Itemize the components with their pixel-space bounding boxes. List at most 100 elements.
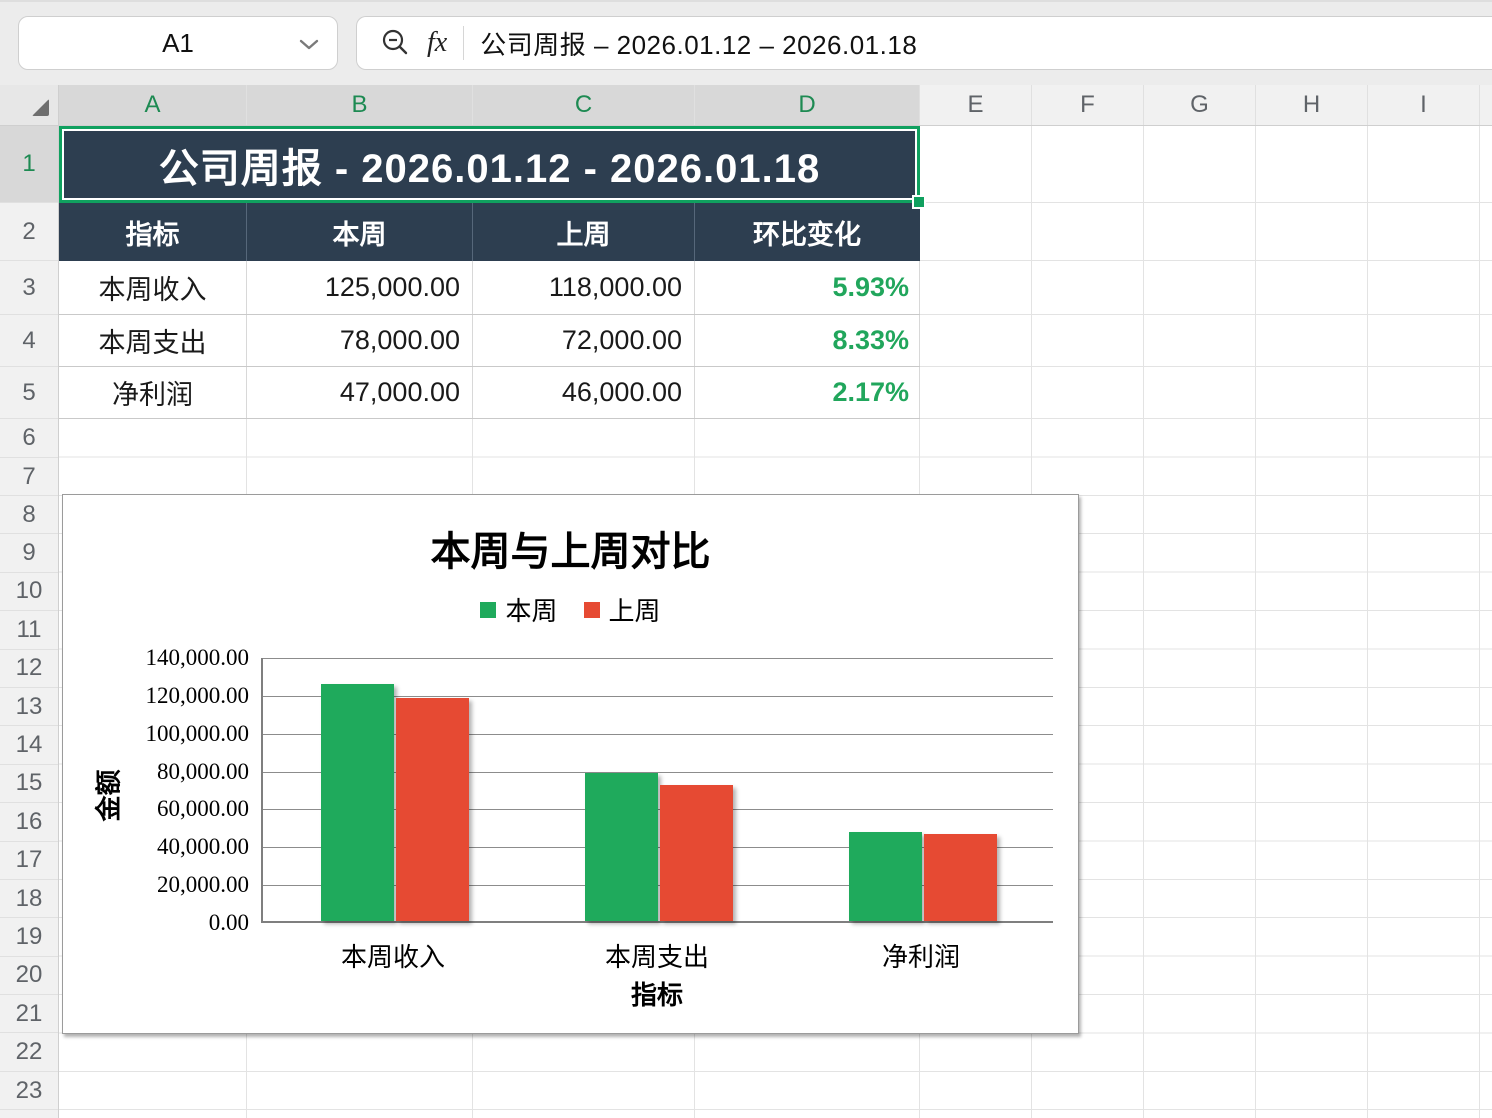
row-header-5[interactable]: 5 xyxy=(0,367,58,419)
select-all-triangle-icon xyxy=(32,99,49,116)
row-header-2[interactable]: 2 xyxy=(0,203,58,261)
row-header-6[interactable]: 6 xyxy=(0,419,58,458)
table-row: 本周收入 125,000.00 118,000.00 5.93% xyxy=(59,261,920,315)
row-header-21[interactable]: 21 xyxy=(0,995,58,1034)
bar-本周-本周收入 xyxy=(321,684,394,921)
row-header-7[interactable]: 7 xyxy=(0,458,58,496)
y-tick-label: 100,000.00 xyxy=(145,720,250,746)
column-header-B[interactable]: B xyxy=(247,85,473,125)
grid-vline xyxy=(1367,126,1368,1118)
row-header-19[interactable]: 19 xyxy=(0,918,58,957)
table-cell[interactable]: 2.17% xyxy=(695,367,920,418)
column-header-F[interactable]: F xyxy=(1032,85,1144,125)
column-header-C[interactable]: C xyxy=(473,85,695,125)
row-header-18[interactable]: 18 xyxy=(0,880,58,919)
fx-icon[interactable]: fx xyxy=(427,27,447,59)
selection-fill-handle[interactable] xyxy=(912,195,926,209)
cell-reference: A1 xyxy=(162,27,194,58)
table-row: 净利润 47,000.00 46,000.00 2.17% xyxy=(59,367,920,419)
chart-plot-area xyxy=(261,658,1053,923)
row-header-12[interactable]: 12 xyxy=(0,650,58,688)
x-category-label: 净利润 xyxy=(881,943,961,972)
table-cell[interactable]: 125,000.00 xyxy=(247,261,473,314)
legend-swatch-icon xyxy=(480,601,497,618)
legend-label: 本周 xyxy=(505,597,558,626)
select-all-corner[interactable] xyxy=(0,85,59,126)
y-tick-label: 0.00 xyxy=(208,910,249,935)
table-cell[interactable]: 118,000.00 xyxy=(473,261,695,314)
table-cell[interactable]: 5.93% xyxy=(695,261,920,314)
column-header-E[interactable]: E xyxy=(920,85,1032,125)
row-header-11[interactable]: 11 xyxy=(0,611,58,650)
toolbar: A1 fx 公司周报 – 2026.01.12 – 2026.01.18 xyxy=(0,0,1492,85)
chart-gridline xyxy=(263,658,1053,659)
bar-本周-净利润 xyxy=(849,832,922,921)
y-axis-title: 金额 xyxy=(94,769,124,822)
bar-上周-本周支出 xyxy=(660,784,733,921)
table-header-cell[interactable]: 本周 xyxy=(247,203,473,261)
cell-name-box[interactable]: A1 xyxy=(18,16,338,70)
table-header-cell[interactable]: 环比变化 xyxy=(695,203,920,261)
row-header-24[interactable]: 24 xyxy=(0,1110,58,1118)
table-header-cell[interactable]: 上周 xyxy=(473,203,695,261)
bar-chart-object[interactable]: 本周与上周对比 本周 上周 140,000.00 120,000.00 100,000… xyxy=(62,494,1079,1034)
table-row: 本周支出 78,000.00 72,000.00 8.33% xyxy=(59,315,920,367)
table-cell[interactable]: 72,000.00 xyxy=(473,315,695,366)
table-cell[interactable]: 78,000.00 xyxy=(247,315,473,366)
zoom-search-icon[interactable] xyxy=(381,28,411,58)
formula-bar[interactable]: fx 公司周报 – 2026.01.12 – 2026.01.18 xyxy=(356,16,1492,70)
row-header-1[interactable]: 1 xyxy=(0,126,58,203)
column-header-H[interactable]: H xyxy=(1256,85,1368,125)
grid-vline xyxy=(1255,126,1256,1118)
bar-上周-本周收入 xyxy=(396,697,469,921)
selected-title-cell[interactable]: 公司周报 - 2026.01.12 - 2026.01.18 xyxy=(59,126,920,203)
row-headers: 123456789101112131415161718192021222324 xyxy=(0,126,59,1118)
grid-vline xyxy=(1479,126,1480,1118)
row-header-10[interactable]: 10 xyxy=(0,573,58,612)
column-header-G[interactable]: G xyxy=(1144,85,1256,125)
legend-swatch-icon xyxy=(583,601,600,618)
chevron-down-icon[interactable] xyxy=(299,39,319,50)
y-tick-label: 20,000.00 xyxy=(157,872,249,898)
row-header-23[interactable]: 23 xyxy=(0,1072,58,1111)
row-header-4[interactable]: 4 xyxy=(0,315,58,367)
table-header-cell[interactable]: 指标 xyxy=(59,203,247,261)
column-header-D[interactable]: D xyxy=(695,85,920,125)
y-tick-label: 140,000.00 xyxy=(145,645,250,670)
spreadsheet-app: A1 fx 公司周报 – 2026.01.12 – 2026.01.18 ABC… xyxy=(0,0,1492,1118)
row-header-13[interactable]: 13 xyxy=(0,688,58,727)
row-header-15[interactable]: 15 xyxy=(0,765,58,804)
row-header-9[interactable]: 9 xyxy=(0,534,58,573)
x-axis-title: 指标 xyxy=(630,981,684,1010)
formula-content[interactable]: 公司周报 – 2026.01.12 – 2026.01.18 xyxy=(480,25,917,62)
y-tick-label: 120,000.00 xyxy=(145,682,250,708)
row-header-3[interactable]: 3 xyxy=(0,261,58,315)
legend-label: 上周 xyxy=(608,597,661,626)
y-tick-label: 40,000.00 xyxy=(157,834,249,860)
row-header-8[interactable]: 8 xyxy=(0,496,58,535)
table-cell[interactable]: 47,000.00 xyxy=(247,367,473,418)
row-header-20[interactable]: 20 xyxy=(0,957,58,996)
legend-item-本周: 本周 xyxy=(480,591,558,628)
grid-vline xyxy=(1143,126,1144,1118)
table-cell[interactable]: 本周支出 xyxy=(59,315,247,366)
y-tick-label: 60,000.00 xyxy=(157,796,249,822)
table-header-row: 指标 本周 上周 环比变化 xyxy=(59,203,920,261)
column-header-I[interactable]: I xyxy=(1368,85,1480,125)
table-cell[interactable]: 净利润 xyxy=(59,367,247,418)
chart-legend: 本周 上周 xyxy=(63,591,1078,628)
row-header-16[interactable]: 16 xyxy=(0,803,58,842)
report-title: 公司周报 - 2026.01.12 - 2026.01.18 xyxy=(158,146,821,191)
x-category-label: 本周收入 xyxy=(340,943,446,972)
row-header-22[interactable]: 22 xyxy=(0,1033,58,1072)
table-cell[interactable]: 46,000.00 xyxy=(473,367,695,418)
x-category-label: 本周支出 xyxy=(604,943,710,972)
column-header-A[interactable]: A xyxy=(59,85,247,125)
row-header-14[interactable]: 14 xyxy=(0,726,58,765)
table-cell[interactable]: 本周收入 xyxy=(59,261,247,314)
table-cell[interactable]: 8.33% xyxy=(695,315,920,366)
bar-本周-本周支出 xyxy=(585,773,658,921)
row-header-17[interactable]: 17 xyxy=(0,842,58,880)
column-headers: ABCDEFGHI xyxy=(59,85,1492,126)
chart-title: 本周与上周对比 xyxy=(430,529,711,574)
